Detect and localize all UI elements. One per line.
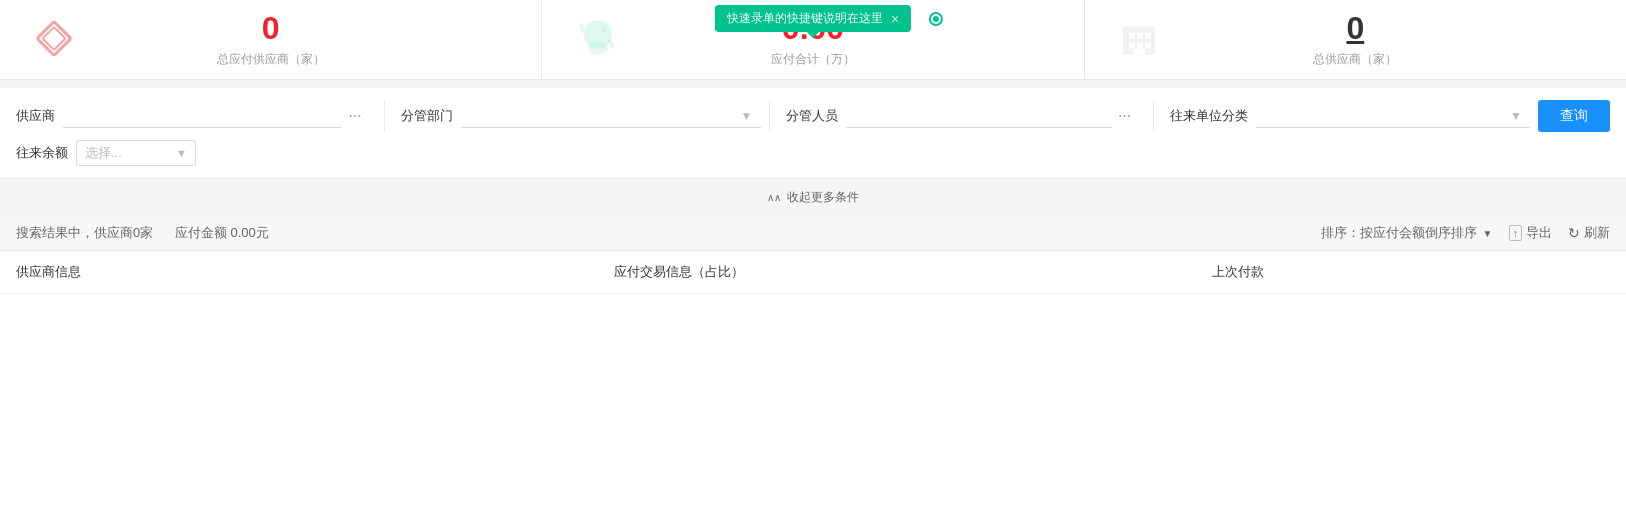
svg-rect-12 bbox=[1133, 48, 1145, 54]
supplier-filter-item: 供应商 ··· bbox=[16, 104, 368, 128]
divider-3 bbox=[1153, 100, 1154, 132]
tooltip-close-btn[interactable]: × bbox=[891, 11, 899, 27]
shortcut-tooltip: 快速录单的快捷键说明在这里 × bbox=[715, 5, 911, 32]
svg-rect-7 bbox=[1137, 32, 1143, 38]
summary-bar: 0 总应付供应商（家） 0.00 应付合计（万） 快速录单的快捷键说明在这里 × bbox=[0, 0, 1626, 80]
summary-card-payable-amount: 0.00 应付合计（万） 快速录单的快捷键说明在这里 × bbox=[542, 0, 1084, 79]
building-icon-area bbox=[1115, 14, 1163, 65]
supplier-more-btn[interactable]: ··· bbox=[342, 107, 367, 125]
col-transaction-header: 应付交易信息（占比） bbox=[614, 263, 1212, 281]
supplier-input[interactable] bbox=[63, 104, 342, 128]
diamond-icon-area bbox=[30, 14, 78, 65]
filter-row-2: 往来余额 选择... ▼ bbox=[16, 140, 1610, 166]
person-label: 分管人员 bbox=[786, 107, 838, 125]
person-filter-item: 分管人员 ··· bbox=[786, 104, 1138, 128]
person-more-btn[interactable]: ··· bbox=[1112, 107, 1137, 125]
unit-class-label: 往来单位分类 bbox=[1170, 107, 1248, 125]
unit-class-filter-item: 往来单位分类 ▼ bbox=[1170, 104, 1522, 128]
filter-row-1: 供应商 ··· 分管部门 ▼ 分管人员 ··· 往来单位分类 ▼ 查询 bbox=[16, 100, 1610, 132]
col-supplier-header: 供应商信息 bbox=[16, 263, 614, 281]
tooltip-dot bbox=[931, 14, 941, 24]
collapse-bar: ∧∧ 收起更多条件 bbox=[0, 179, 1626, 216]
export-button[interactable]: ↑ 导出 bbox=[1509, 224, 1553, 242]
results-summary: 搜索结果中，供应商0家 应付金额 0.00元 bbox=[16, 224, 269, 242]
refresh-icon: ↻ bbox=[1568, 225, 1580, 241]
balance-select[interactable]: 选择... ▼ bbox=[76, 140, 196, 166]
divider-2 bbox=[769, 100, 770, 132]
export-icon: ↑ bbox=[1509, 225, 1523, 241]
balance-label: 往来余额 bbox=[16, 144, 68, 162]
total-suppliers-label: 总供应商（家） bbox=[1313, 51, 1397, 68]
results-actions: 排序：按应付会额倒序排序 ▼ ↑ 导出 ↻ 刷新 bbox=[1321, 224, 1610, 242]
divider-1 bbox=[384, 100, 385, 132]
svg-rect-10 bbox=[1137, 42, 1143, 48]
svg-rect-9 bbox=[1129, 42, 1135, 48]
svg-rect-11 bbox=[1145, 42, 1151, 48]
svg-point-4 bbox=[602, 28, 606, 32]
collapse-up-icon: ∧∧ bbox=[767, 192, 781, 203]
query-button[interactable]: 查询 bbox=[1538, 100, 1610, 132]
total-suppliers-count: 0 bbox=[1346, 11, 1364, 46]
svg-point-3 bbox=[588, 42, 608, 54]
results-amount-text: 应付金额 0.00元 bbox=[175, 225, 269, 240]
refresh-button[interactable]: ↻ 刷新 bbox=[1568, 224, 1610, 242]
table-body bbox=[0, 294, 1626, 515]
payable-suppliers-label: 总应付供应商（家） bbox=[217, 51, 325, 68]
refresh-label: 刷新 bbox=[1584, 224, 1610, 242]
balance-chevron-icon: ▼ bbox=[176, 147, 187, 159]
sort-chevron-icon: ▼ bbox=[1483, 228, 1493, 239]
person-input[interactable] bbox=[846, 104, 1112, 128]
piggy-icon-area bbox=[572, 12, 624, 67]
dept-filter-item: 分管部门 ▼ bbox=[401, 104, 753, 128]
filter-section: 供应商 ··· 分管部门 ▼ 分管人员 ··· 往来单位分类 ▼ 查询 bbox=[0, 88, 1626, 179]
dept-label: 分管部门 bbox=[401, 107, 453, 125]
svg-rect-8 bbox=[1145, 32, 1151, 38]
supplier-label: 供应商 bbox=[16, 107, 55, 125]
sort-label: 排序：按应付会额倒序排序 ▼ bbox=[1321, 224, 1493, 242]
results-count-text: 搜索结果中，供应商0家 bbox=[16, 225, 153, 240]
summary-card-payable-suppliers: 0 总应付供应商（家） bbox=[0, 0, 542, 79]
dept-input[interactable] bbox=[461, 104, 761, 128]
col-lastpay-header: 上次付款 bbox=[1212, 263, 1611, 281]
export-label: 导出 bbox=[1526, 224, 1552, 242]
payable-suppliers-count: 0 bbox=[262, 11, 280, 46]
results-bar: 搜索结果中，供应商0家 应付金额 0.00元 排序：按应付会额倒序排序 ▼ ↑ … bbox=[0, 216, 1626, 251]
unit-class-input[interactable] bbox=[1256, 104, 1530, 128]
tooltip-text: 快速录单的快捷键说明在这里 bbox=[727, 10, 883, 27]
collapse-btn-label: 收起更多条件 bbox=[787, 189, 859, 206]
payable-amount-label: 应付合计（万） bbox=[771, 51, 855, 68]
table-header: 供应商信息 应付交易信息（占比） 上次付款 bbox=[0, 251, 1626, 294]
balance-placeholder: 选择... bbox=[85, 144, 122, 162]
collapse-button[interactable]: ∧∧ 收起更多条件 bbox=[751, 185, 875, 210]
svg-rect-6 bbox=[1129, 32, 1135, 38]
summary-card-total-suppliers: 0 总供应商（家） bbox=[1085, 0, 1626, 79]
